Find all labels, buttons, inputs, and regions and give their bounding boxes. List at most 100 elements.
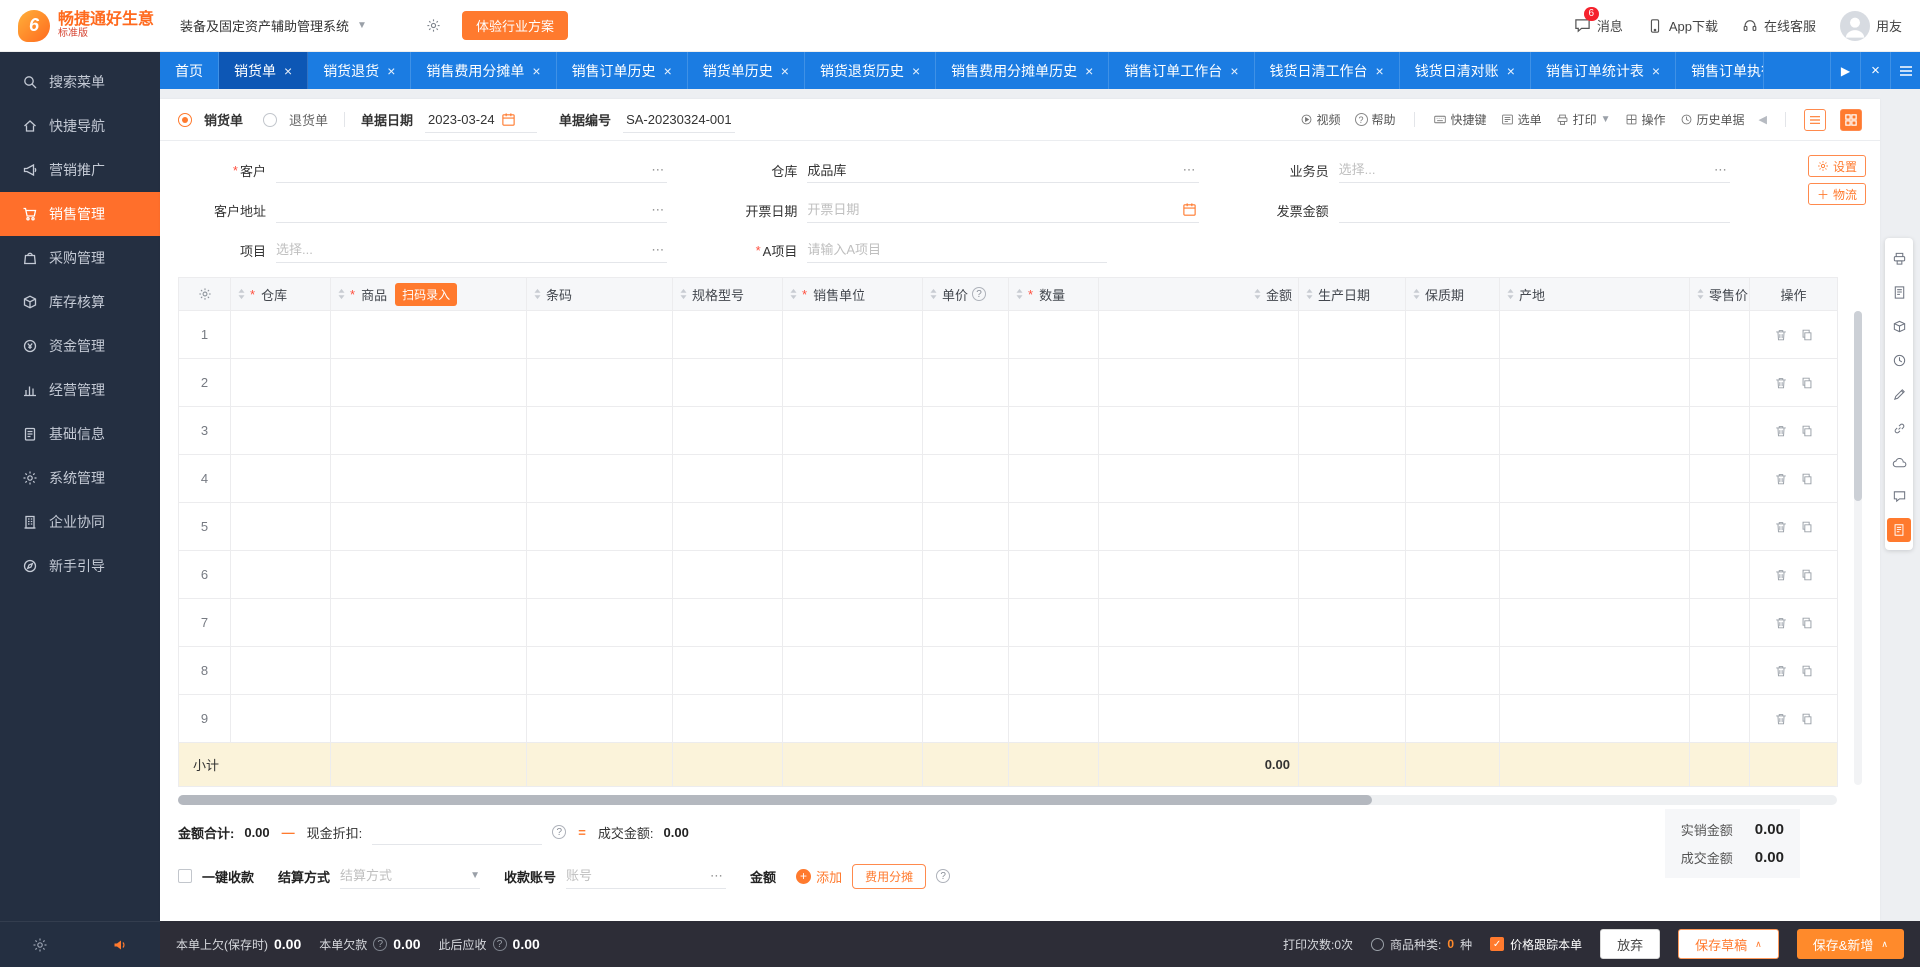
sidebar-item-funds[interactable]: 资金管理 — [0, 324, 160, 368]
owe-help-icon[interactable]: ? — [373, 937, 388, 951]
grid-cell[interactable] — [782, 646, 923, 695]
grid-cell[interactable] — [1098, 550, 1299, 599]
col-header-unit[interactable]: * 销售单位 — [782, 277, 923, 311]
tab-close-icon[interactable]: × — [1376, 63, 1384, 79]
col-header-barcode[interactable]: 条码 — [526, 277, 673, 311]
grid-cell[interactable] — [1008, 550, 1099, 599]
tab-item[interactable]: 销售订单历史 × — [557, 52, 688, 89]
sort-icon[interactable] — [1305, 288, 1314, 300]
delete-row-icon[interactable] — [1774, 712, 1788, 726]
price-track-checkbox[interactable]: ✓ — [1490, 937, 1505, 951]
grid-cell[interactable] — [922, 502, 1009, 551]
grid-cell[interactable] — [526, 502, 673, 551]
tab-close-icon[interactable]: × — [1507, 63, 1515, 79]
share-help-icon[interactable]: ? — [936, 869, 951, 883]
sidebar-item-sales[interactable]: 销售管理 — [0, 192, 160, 236]
grid-cell[interactable] — [782, 550, 923, 599]
sidebar-item-purchase[interactable]: 采购管理 — [0, 236, 160, 280]
app-download-button[interactable]: App下载 — [1647, 16, 1718, 35]
grid-cell[interactable] — [330, 358, 527, 407]
grid-cell[interactable] — [1008, 310, 1099, 359]
sidebar-settings-gear-icon[interactable] — [32, 937, 48, 953]
delete-row-icon[interactable] — [1774, 376, 1788, 390]
chevron-down-icon[interactable]: ▼ — [470, 870, 480, 881]
inventory-tool-icon[interactable] — [1885, 309, 1913, 343]
sort-icon[interactable] — [337, 288, 346, 300]
sort-icon[interactable] — [1412, 288, 1421, 300]
grid-cell[interactable] — [1298, 598, 1406, 647]
sidebar-item-guide[interactable]: 新手引导 — [0, 544, 160, 588]
tab-item[interactable]: 销售费用分摊单 × — [411, 52, 557, 89]
delete-row-icon[interactable] — [1774, 568, 1788, 582]
delete-row-icon[interactable] — [1774, 520, 1788, 534]
delete-row-icon[interactable] — [1774, 472, 1788, 486]
grid-cell[interactable] — [1689, 406, 1750, 455]
col-header-origin[interactable]: 产地 — [1499, 277, 1690, 311]
sidebar-item-system[interactable]: 系统管理 — [0, 456, 160, 500]
tab-close-icon[interactable]: × — [912, 63, 920, 79]
grid-cell[interactable] — [922, 550, 1009, 599]
history-button[interactable]: 历史单据 — [1680, 111, 1745, 128]
scan-entry-button[interactable]: 扫码录入 — [395, 282, 458, 306]
grid-cell[interactable] — [230, 358, 331, 407]
grid-cell[interactable] — [1499, 406, 1690, 455]
invoice-amount-input[interactable] — [1338, 202, 1730, 217]
grid-cell[interactable] — [1298, 502, 1406, 551]
link-tool-icon[interactable] — [1885, 411, 1913, 445]
tab-close-icon[interactable]: × — [532, 63, 540, 79]
col-header-prod-date[interactable]: 生产日期 — [1298, 277, 1406, 311]
grid-cell[interactable] — [1405, 550, 1500, 599]
grid-cell[interactable] — [672, 358, 783, 407]
active-panel-tool-icon[interactable] — [1887, 518, 1911, 542]
grid-cell[interactable] — [330, 598, 527, 647]
grid-cell[interactable] — [922, 310, 1009, 359]
copy-row-icon[interactable] — [1800, 424, 1814, 438]
price-help-icon[interactable]: ? — [972, 287, 987, 301]
vertical-scrollbar-thumb[interactable] — [1854, 311, 1862, 501]
col-header-amount[interactable]: 金额 — [1098, 277, 1299, 311]
sidebar-collapse-audio-icon[interactable] — [112, 937, 128, 953]
sort-icon[interactable] — [679, 288, 688, 300]
sort-icon[interactable] — [533, 288, 542, 300]
print-button[interactable]: 打印 ▼ — [1556, 111, 1611, 128]
tab-close-icon[interactable]: × — [664, 63, 672, 79]
history-tool-icon[interactable] — [1885, 343, 1913, 377]
grid-cell[interactable] — [1499, 598, 1690, 647]
sort-icon[interactable] — [1696, 288, 1705, 300]
grid-cell[interactable] — [782, 598, 923, 647]
edit-tool-icon[interactable] — [1885, 377, 1913, 411]
col-header-qty[interactable]: * 数量 — [1008, 277, 1099, 311]
grid-cell[interactable] — [1098, 310, 1299, 359]
tab-item[interactable]: 销售订单统计表 × — [1531, 52, 1677, 89]
grid-cell[interactable] — [1405, 406, 1500, 455]
doc-no-field[interactable]: SA-20230324-001 — [623, 107, 736, 133]
grid-cell[interactable] — [922, 358, 1009, 407]
grid-cell[interactable] — [330, 550, 527, 599]
grid-cell[interactable] — [1298, 454, 1406, 503]
grid-cell[interactable] — [1689, 454, 1750, 503]
tab-close-icon[interactable]: × — [387, 63, 395, 79]
grid-cell[interactable] — [1689, 550, 1750, 599]
warehouse-input[interactable] — [807, 162, 1180, 177]
grid-cell[interactable] — [1098, 406, 1299, 455]
grid-cell[interactable] — [526, 406, 673, 455]
grid-cell[interactable] — [526, 598, 673, 647]
sidebar-item-inventory[interactable]: 库存核算 — [0, 280, 160, 324]
system-select[interactable]: 装备及固定资产辅助管理系统 ▼ — [174, 16, 404, 35]
sidebar-item-marketing[interactable]: 营销推广 — [0, 148, 160, 192]
grid-cell[interactable] — [1499, 454, 1690, 503]
col-header-product[interactable]: * 商品 扫码录入 — [330, 277, 527, 311]
copy-row-icon[interactable] — [1800, 616, 1814, 630]
grid-cell[interactable] — [1298, 694, 1406, 743]
delete-row-icon[interactable] — [1774, 424, 1788, 438]
grid-cell[interactable] — [1499, 358, 1690, 407]
discount-help-icon[interactable]: ? — [552, 825, 567, 839]
horizontal-scrollbar[interactable] — [178, 795, 1837, 805]
tab-close-all-icon[interactable]: × — [1860, 52, 1890, 89]
tab-close-icon[interactable]: × — [1230, 63, 1238, 79]
grid-cell[interactable] — [526, 694, 673, 743]
project-input[interactable] — [276, 242, 649, 257]
grid-cell[interactable] — [1499, 694, 1690, 743]
salesman-input[interactable] — [1338, 162, 1711, 177]
grid-cell[interactable] — [1098, 598, 1299, 647]
